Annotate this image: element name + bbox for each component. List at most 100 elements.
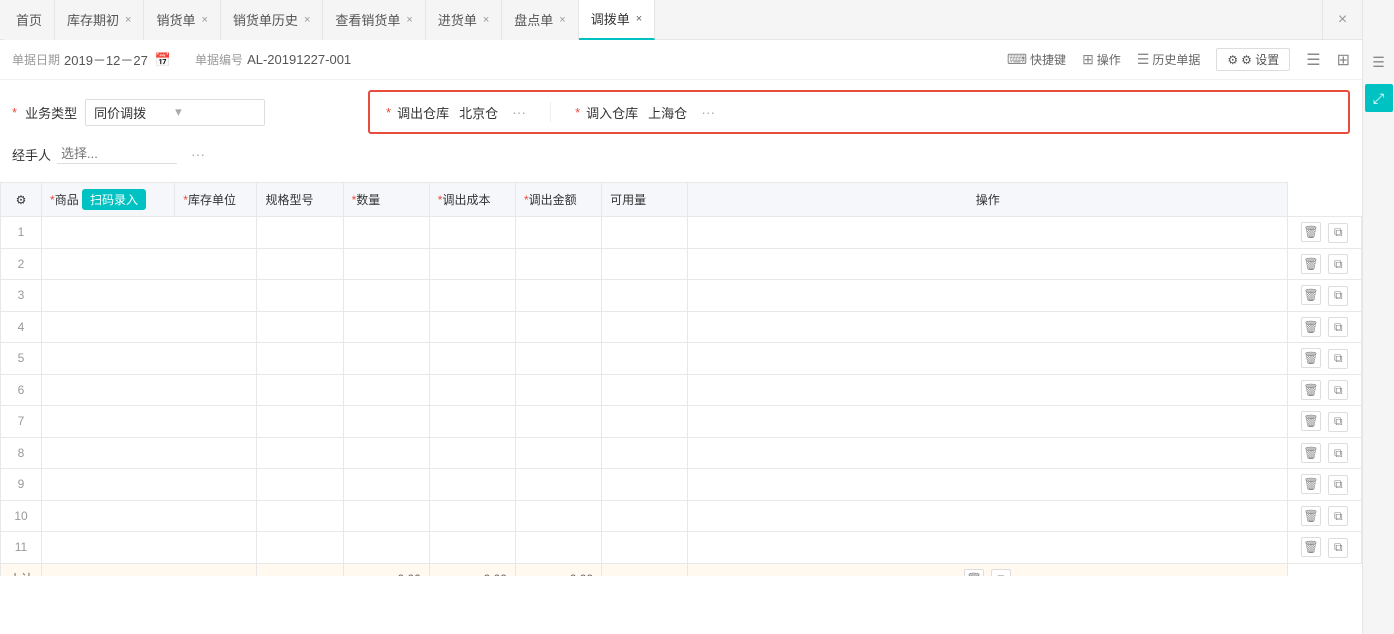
cell-spec[interactable] (343, 248, 429, 280)
cell-spec[interactable] (343, 343, 429, 375)
cell-amount[interactable] (602, 280, 688, 312)
cell-available[interactable] (688, 280, 1288, 312)
cell-cost[interactable] (515, 248, 601, 280)
window-close-button[interactable]: × (1322, 0, 1362, 40)
cell-unit[interactable] (257, 217, 343, 249)
copy-icon[interactable]: ⧉ (1328, 443, 1348, 463)
tab-inventory-check-close[interactable]: × (559, 14, 565, 26)
cell-qty[interactable] (429, 437, 515, 469)
tab-inventory-init[interactable]: 库存期初 × (55, 0, 144, 40)
cell-product[interactable] (42, 532, 257, 564)
operations-action[interactable]: ⊞ 操作 (1082, 51, 1121, 68)
scroll-area[interactable]: ⚙ *商品 扫码录入 *库存单位 规格型号 *数量 *调出成本 *调出金额 可用… (0, 182, 1362, 576)
cell-amount[interactable] (602, 217, 688, 249)
delete-icon[interactable]: 🗑 (1301, 254, 1321, 274)
cell-amount[interactable] (602, 437, 688, 469)
cell-amount[interactable] (602, 469, 688, 501)
copy-icon[interactable]: ⧉ (1328, 475, 1348, 495)
delete-icon[interactable]: 🗑 (1301, 537, 1321, 557)
cell-qty[interactable] (429, 343, 515, 375)
cell-spec[interactable] (343, 311, 429, 343)
cell-unit[interactable] (257, 374, 343, 406)
cell-cost[interactable] (515, 280, 601, 312)
cell-qty[interactable] (429, 374, 515, 406)
cell-amount[interactable] (602, 532, 688, 564)
cell-amount[interactable] (602, 374, 688, 406)
settings-button[interactable]: ⚙ ⚙ 设置 (1216, 48, 1290, 71)
cell-spec[interactable] (343, 500, 429, 532)
cell-product[interactable] (42, 437, 257, 469)
cell-unit[interactable] (257, 248, 343, 280)
cell-spec[interactable] (343, 217, 429, 249)
copy-icon[interactable]: ⧉ (1328, 349, 1348, 369)
cell-unit[interactable] (257, 437, 343, 469)
handler-more-icon[interactable]: ··· (191, 146, 205, 162)
handler-input[interactable] (57, 144, 177, 164)
delete-icon[interactable]: 🗑 (1301, 380, 1321, 400)
cell-cost[interactable] (515, 343, 601, 375)
cell-qty[interactable] (429, 532, 515, 564)
cell-cost[interactable] (515, 500, 601, 532)
cell-cost[interactable] (515, 406, 601, 438)
cell-unit[interactable] (257, 406, 343, 438)
copy-icon[interactable]: ⧉ (1328, 538, 1348, 558)
cell-available[interactable] (688, 532, 1288, 564)
shortcuts-action[interactable]: ⌨ 快捷键 (1007, 51, 1066, 68)
cell-product[interactable] (42, 406, 257, 438)
cell-qty[interactable] (429, 248, 515, 280)
tab-sales-order-close[interactable]: × (201, 14, 207, 26)
copy-icon[interactable]: ⧉ (1328, 506, 1348, 526)
copy-icon[interactable]: ⧉ (1328, 380, 1348, 400)
sidebar-expand-icon[interactable]: ⤢ (1365, 84, 1393, 112)
transfer-out-more-icon[interactable]: ··· (512, 104, 526, 120)
tab-view-sales[interactable]: 查看销货单 × (323, 0, 425, 40)
cell-available[interactable] (688, 311, 1288, 343)
cell-spec[interactable] (343, 374, 429, 406)
cell-cost[interactable] (515, 532, 601, 564)
cell-spec[interactable] (343, 437, 429, 469)
copy-icon[interactable]: ⧉ (1328, 254, 1348, 274)
cell-product[interactable] (42, 217, 257, 249)
cell-available[interactable] (688, 343, 1288, 375)
delete-icon[interactable]: 🗑 (1301, 474, 1321, 494)
delete-icon[interactable]: 🗑 (1301, 348, 1321, 368)
cell-cost[interactable] (515, 217, 601, 249)
sidebar-list-icon[interactable]: ☰ (1365, 48, 1393, 76)
history-action[interactable]: ☰ 历史单据 (1137, 51, 1201, 68)
cell-spec[interactable] (343, 532, 429, 564)
layout-list-icon[interactable]: ☰ (1306, 50, 1320, 70)
cell-qty[interactable] (429, 500, 515, 532)
cell-available[interactable] (688, 469, 1288, 501)
cell-amount[interactable] (602, 343, 688, 375)
cell-amount[interactable] (602, 406, 688, 438)
delete-icon[interactable]: 🗑 (1301, 317, 1321, 337)
cell-available[interactable] (688, 500, 1288, 532)
delete-icon[interactable]: 🗑 (1301, 285, 1321, 305)
cell-product[interactable] (42, 343, 257, 375)
cell-amount[interactable] (602, 248, 688, 280)
tab-purchase-order-close[interactable]: × (483, 14, 489, 26)
cell-available[interactable] (688, 248, 1288, 280)
cell-product[interactable] (42, 500, 257, 532)
tab-sales-history[interactable]: 销货单历史 × (221, 0, 323, 40)
delete-icon[interactable]: 🗑 (1301, 443, 1321, 463)
cell-unit[interactable] (257, 343, 343, 375)
cell-qty[interactable] (429, 469, 515, 501)
cell-cost[interactable] (515, 469, 601, 501)
tab-sales-order[interactable]: 销货单 × (144, 0, 220, 40)
cell-cost[interactable] (515, 374, 601, 406)
calendar-icon[interactable]: 📅 (155, 52, 171, 68)
scan-button[interactable]: 扫码录入 (82, 189, 146, 210)
cell-cost[interactable] (515, 437, 601, 469)
copy-icon[interactable]: ⧉ (1328, 286, 1348, 306)
tab-home[interactable]: 首页 (4, 0, 55, 40)
transfer-in-more-icon[interactable]: ··· (701, 104, 715, 120)
delete-icon[interactable]: 🗑 (1301, 506, 1321, 526)
cell-available[interactable] (688, 217, 1288, 249)
cell-cost[interactable] (515, 311, 601, 343)
cell-available[interactable] (688, 406, 1288, 438)
business-type-select[interactable]: 同价调拨 ▾ (85, 99, 265, 126)
subtotal-copy-icon[interactable]: ⧉ (991, 569, 1011, 576)
cell-unit[interactable] (257, 280, 343, 312)
cell-available[interactable] (688, 437, 1288, 469)
